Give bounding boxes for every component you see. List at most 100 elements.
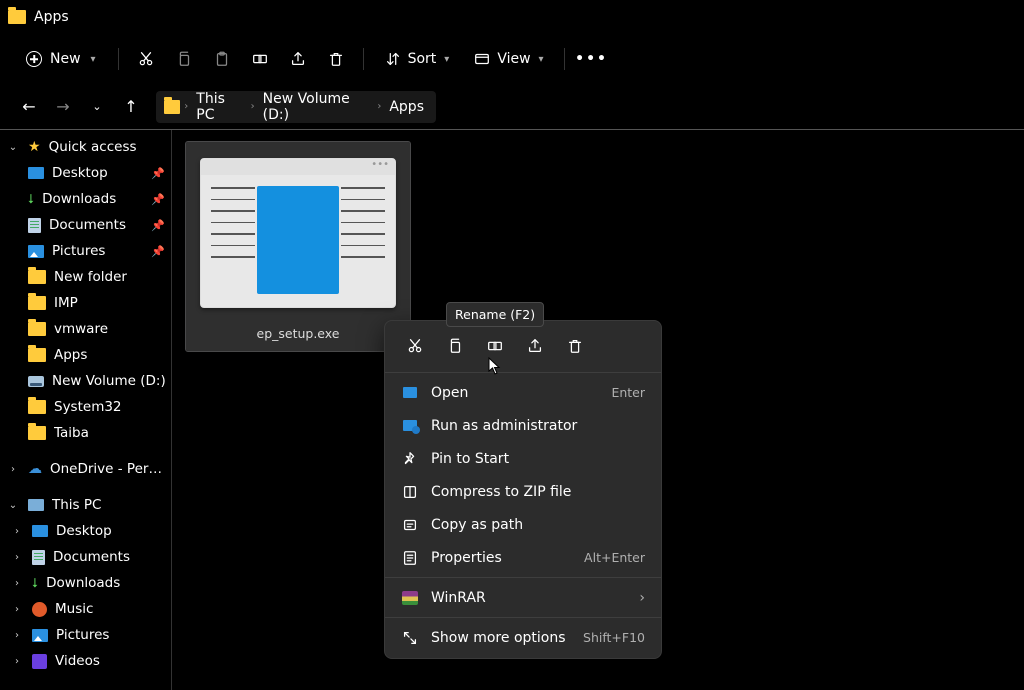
rename-button[interactable]	[243, 41, 277, 77]
desktop-icon	[28, 167, 44, 179]
folder-icon	[8, 10, 26, 24]
more-button[interactable]: •••	[575, 41, 609, 77]
ctx-winrar[interactable]: WinRAR ›	[385, 581, 661, 614]
view-button[interactable]: View ▾	[463, 44, 553, 74]
divider	[363, 48, 364, 70]
sidebar-item-taiba[interactable]: Taiba	[0, 420, 171, 446]
document-icon	[28, 218, 41, 233]
sidebar-item-label: Pictures	[56, 627, 167, 643]
view-icon	[473, 50, 491, 68]
sidebar-item-label: New folder	[54, 269, 167, 285]
chevron-down-icon: ▾	[91, 54, 96, 65]
chevron-right-icon: ›	[10, 526, 24, 537]
breadcrumb-segment[interactable]: This PC	[192, 89, 246, 125]
sidebar-item-documents[interactable]: Documents📌	[0, 212, 171, 238]
chevron-right-icon: ›	[249, 101, 257, 112]
chevron-right-icon: ›	[10, 656, 24, 667]
address-bar[interactable]: › This PC › New Volume (D:) › Apps	[156, 91, 436, 123]
sidebar-item-pictures[interactable]: Pictures📌	[0, 238, 171, 264]
share-button[interactable]	[281, 41, 315, 77]
ctx-label: Show more options	[431, 630, 571, 646]
sidebar-item-imp[interactable]: IMP	[0, 290, 171, 316]
file-item[interactable]: ep_setup.exe	[186, 142, 410, 351]
sidebar-item-pc-documents[interactable]: ›Documents	[0, 544, 171, 570]
installer-icon	[200, 158, 396, 308]
sidebar-item-label: Downloads	[42, 191, 143, 207]
breadcrumb-segment[interactable]: New Volume (D:)	[259, 89, 374, 125]
paste-button[interactable]	[205, 41, 239, 77]
sidebar-item-vmware[interactable]: vmware	[0, 316, 171, 342]
zip-icon	[401, 483, 419, 501]
ctx-run-admin[interactable]: Run as administrator	[385, 409, 661, 442]
sidebar-item-downloads[interactable]: ⭣Downloads📌	[0, 186, 171, 212]
separator	[385, 372, 661, 373]
copy-button[interactable]	[167, 41, 201, 77]
separator	[385, 617, 661, 618]
ctx-cut-button[interactable]	[395, 329, 435, 363]
chevron-right-icon: ›	[10, 604, 24, 615]
ctx-properties[interactable]: Properties Alt+Enter	[385, 541, 661, 574]
drive-icon	[28, 376, 44, 387]
breadcrumb-segment[interactable]: Apps	[385, 97, 428, 117]
file-name: ep_setup.exe	[190, 326, 406, 341]
sidebar-item-drive-d[interactable]: New Volume (D:)	[0, 368, 171, 394]
ctx-copy-path[interactable]: Copy as path	[385, 508, 661, 541]
ctx-hotkey: Shift+F10	[583, 630, 645, 645]
chevron-right-icon: ›	[10, 630, 24, 641]
ctx-pin-start[interactable]: Pin to Start	[385, 442, 661, 475]
pin-icon: 📌	[151, 167, 165, 180]
cloud-icon: ☁	[28, 461, 42, 477]
ctx-copy-button[interactable]	[435, 329, 475, 363]
chevron-down-icon: ⌄	[6, 142, 20, 153]
sidebar-item-pc-music[interactable]: ›Music	[0, 596, 171, 622]
folder-icon	[28, 348, 46, 362]
new-button[interactable]: New ▾	[14, 45, 108, 73]
recent-button[interactable]: ⌄	[82, 92, 112, 122]
file-thumbnail	[190, 146, 406, 320]
sidebar-item-new-folder[interactable]: New folder	[0, 264, 171, 290]
sidebar-item-pc-desktop[interactable]: ›Desktop	[0, 518, 171, 544]
forward-button[interactable]: →	[48, 92, 78, 122]
ctx-delete-button[interactable]	[555, 329, 595, 363]
navbar: ← → ⌄ ↑ › This PC › New Volume (D:) › Ap…	[0, 84, 1024, 130]
folder-icon	[164, 100, 180, 114]
sidebar-quick-access[interactable]: ⌄ ★ Quick access	[0, 134, 171, 160]
folder-icon	[28, 270, 46, 284]
sidebar-item-desktop[interactable]: Desktop📌	[0, 160, 171, 186]
cut-button[interactable]	[129, 41, 163, 77]
plus-circle-icon	[26, 51, 42, 67]
sidebar-item-pc-pictures[interactable]: › Pictures	[0, 622, 171, 648]
chevron-down-icon: ⌄	[6, 500, 20, 511]
ctx-open[interactable]: Open Enter	[385, 376, 661, 409]
folder-icon	[28, 400, 46, 414]
trash-icon	[566, 337, 584, 355]
up-button[interactable]: ↑	[116, 92, 146, 122]
back-button[interactable]: ←	[14, 92, 44, 122]
sidebar-onedrive[interactable]: › ☁ OneDrive - Personal	[0, 456, 171, 482]
sidebar-item-pc-downloads[interactable]: ›⭣Downloads	[0, 570, 171, 596]
sidebar-item-label: Documents	[53, 549, 167, 565]
delete-button[interactable]	[319, 41, 353, 77]
download-icon: ⭣	[28, 192, 34, 207]
sort-button[interactable]: Sort ▾	[374, 44, 460, 74]
clipboard-icon	[213, 50, 231, 68]
tooltip-rename: Rename (F2)	[446, 302, 544, 327]
ctx-compress-zip[interactable]: Compress to ZIP file	[385, 475, 661, 508]
ctx-rename-button[interactable]	[475, 329, 515, 363]
chevron-right-icon: ›	[375, 101, 383, 112]
sidebar-item-label: Apps	[54, 347, 167, 363]
chevron-down-icon: ▾	[539, 54, 544, 65]
sidebar-item-pc-videos[interactable]: ›Videos	[0, 648, 171, 674]
ctx-label: Properties	[431, 550, 572, 566]
ctx-show-more[interactable]: Show more options Shift+F10	[385, 621, 661, 654]
sidebar-item-system32[interactable]: System32	[0, 394, 171, 420]
sort-label: Sort	[408, 51, 437, 67]
trash-icon	[327, 50, 345, 68]
sidebar-item-apps[interactable]: Apps	[0, 342, 171, 368]
sidebar-this-pc[interactable]: ⌄ This PC	[0, 492, 171, 518]
sidebar-item-label: New Volume (D:)	[52, 373, 167, 389]
shield-icon	[401, 420, 419, 431]
ctx-hotkey: Alt+Enter	[584, 550, 645, 565]
download-icon: ⭣	[32, 576, 38, 591]
ctx-share-button[interactable]	[515, 329, 555, 363]
